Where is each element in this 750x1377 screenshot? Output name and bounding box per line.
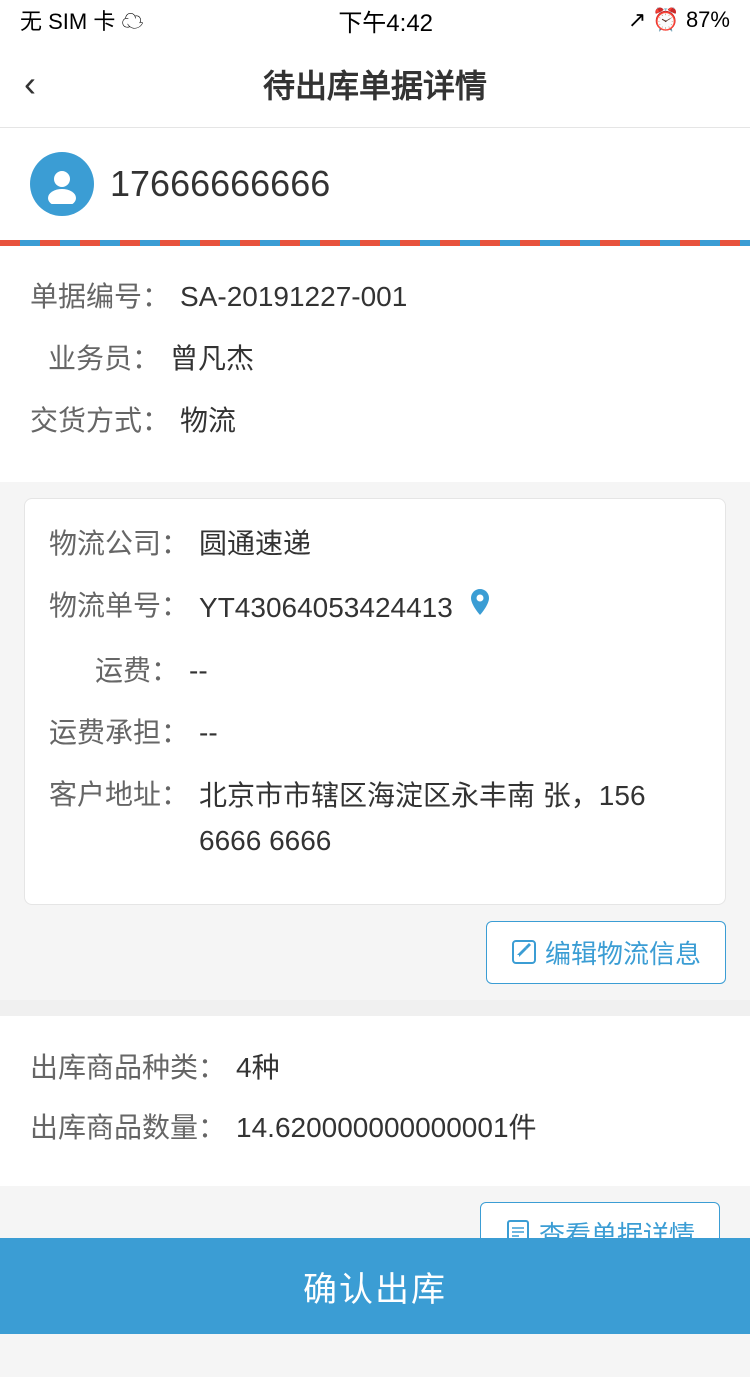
status-right: ↗ ⏰ 87% xyxy=(628,7,730,33)
goods-quantity-row: 出库商品数量： 14.620000000000001件 xyxy=(30,1106,720,1146)
goods-category-label: 出库商品种类： xyxy=(30,1046,226,1086)
salesperson-row: 业务员： 曾凡杰 xyxy=(30,338,720,380)
goods-section: 出库商品种类： 4种 出库商品数量： 14.620000000000001件 xyxy=(0,1016,750,1186)
delivery-method-label: 交货方式： xyxy=(30,400,170,442)
salesperson-label: 业务员： xyxy=(30,338,160,380)
freight-bearer-row: 运费承担： -- xyxy=(49,712,701,754)
goods-quantity-value: 14.620000000000001件 xyxy=(226,1106,537,1146)
freight-row: 运费： -- xyxy=(49,650,701,692)
edit-icon xyxy=(511,939,537,965)
address-row: 客户地址： 北京市市辖区海淀区永丰南 张，156 6666 6666 xyxy=(49,774,701,864)
logistics-company-label: 物流公司： xyxy=(49,523,189,565)
logistics-company-row: 物流公司： 圆通速递 xyxy=(49,523,701,565)
address-label: 客户地址： xyxy=(49,774,189,816)
freight-label: 运费： xyxy=(49,650,179,692)
delivery-method-value: 物流 xyxy=(170,400,720,442)
tracking-value: YT43064053424413 xyxy=(189,585,701,630)
freight-bearer-label: 运费承担： xyxy=(49,712,189,754)
freight-bearer-value: -- xyxy=(189,712,701,754)
status-bar: 无 SIM 卡 ☁ 下午4:42 ↗ ⏰ 87% xyxy=(0,0,750,40)
goods-quantity-label: 出库商品数量： xyxy=(30,1106,226,1146)
address-value: 北京市市辖区海淀区永丰南 张，156 6666 6666 xyxy=(189,774,701,864)
edit-logistics-container: 编辑物流信息 xyxy=(0,921,750,1000)
freight-value: -- xyxy=(179,650,701,692)
confirm-btn-container[interactable]: 确认出库 xyxy=(0,1238,750,1334)
goods-category-row: 出库商品种类： 4种 xyxy=(30,1046,720,1086)
edit-logistics-button[interactable]: 编辑物流信息 xyxy=(486,921,726,984)
nav-bar: ‹ 待出库单据详情 xyxy=(0,40,750,128)
page-title: 待出库单据详情 xyxy=(263,61,487,107)
battery-text: ↗ ⏰ 87% xyxy=(628,7,730,33)
delivery-method-row: 交货方式： 物流 xyxy=(30,400,720,442)
basic-info-section: 单据编号： SA-20191227-001 业务员： 曾凡杰 交货方式： 物流 xyxy=(0,246,750,482)
tracking-number-text: YT43064053424413 xyxy=(199,587,453,629)
confirm-button-label: 确认出库 xyxy=(303,1262,447,1311)
sim-text: 无 SIM 卡 ☁ xyxy=(20,4,143,36)
order-number-value: SA-20191227-001 xyxy=(170,276,720,318)
goods-category-value: 4种 xyxy=(226,1046,280,1086)
salesperson-value: 曾凡杰 xyxy=(160,338,720,380)
tracking-label: 物流单号： xyxy=(49,585,189,627)
location-icon[interactable] xyxy=(465,585,495,630)
order-number-row: 单据编号： SA-20191227-001 xyxy=(30,276,720,318)
user-row: 17666666666 xyxy=(0,128,750,240)
status-left: 无 SIM 卡 ☁ xyxy=(20,4,143,36)
user-icon xyxy=(42,164,82,204)
logistics-company-value: 圆通速递 xyxy=(189,523,701,565)
user-phone: 17666666666 xyxy=(110,163,330,205)
status-time: 下午4:42 xyxy=(338,3,433,38)
section-divider xyxy=(0,1000,750,1016)
avatar xyxy=(30,152,94,216)
edit-logistics-label: 编辑物流信息 xyxy=(545,934,701,971)
tracking-row: 物流单号： YT43064053424413 xyxy=(49,585,701,630)
back-button[interactable]: ‹ xyxy=(24,63,36,105)
order-number-label: 单据编号： xyxy=(30,276,170,318)
logistics-card: 物流公司： 圆通速递 物流单号： YT43064053424413 运费： --… xyxy=(24,498,726,905)
